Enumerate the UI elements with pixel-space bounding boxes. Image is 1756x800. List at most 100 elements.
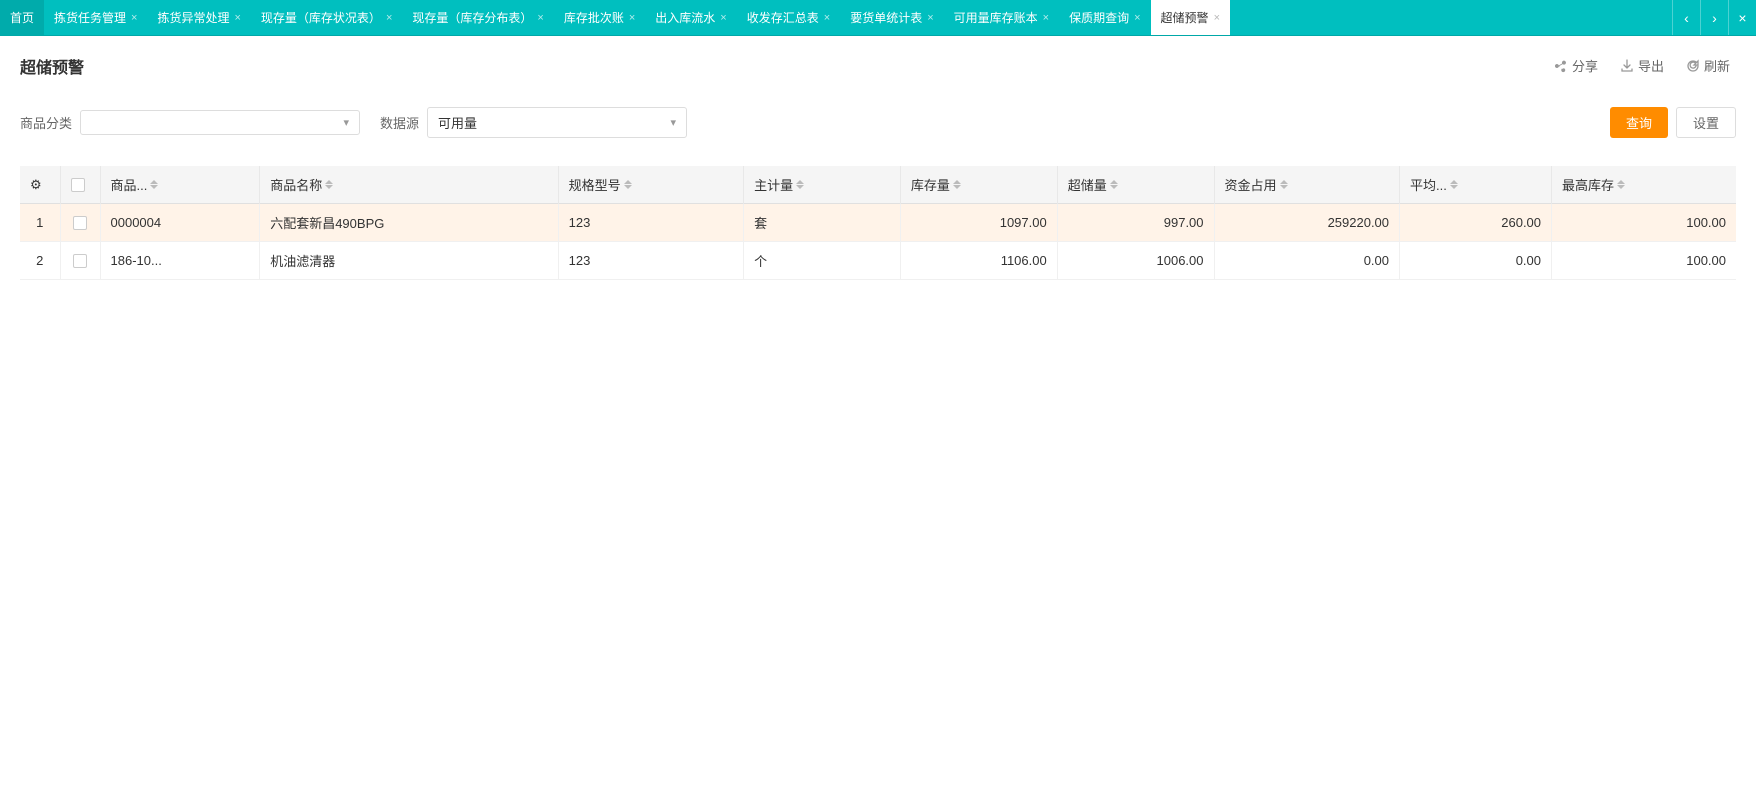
nav-close-abnormal[interactable]: × [234, 12, 240, 24]
nav-item-quality-period[interactable]: 保质期查询 × [1059, 0, 1150, 35]
category-filter: 商品分类 ▾ [20, 110, 360, 135]
nav-close-available-account[interactable]: × [1043, 12, 1049, 24]
nav-close-batch-account[interactable]: × [629, 12, 635, 24]
row-stock: 1097.00 [900, 204, 1057, 242]
col-header-unit[interactable]: 主计量 [744, 166, 901, 204]
gear-icon: ⚙ [30, 177, 42, 192]
nav-close-inout-flow[interactable]: × [720, 12, 726, 24]
row-capital: 259220.00 [1214, 204, 1400, 242]
col-header-capital[interactable]: 资金占用 [1214, 166, 1400, 204]
nav-close-quality-period[interactable]: × [1134, 12, 1140, 24]
col-header-gear[interactable]: ⚙ [20, 166, 60, 204]
export-icon [1620, 59, 1634, 73]
row-unit: 套 [744, 204, 901, 242]
col-max-stock-label: 最高库存 [1562, 175, 1614, 194]
row-unit: 个 [744, 242, 901, 280]
nav-item-overstock-warning[interactable]: 超储预警 × [1151, 0, 1230, 35]
row-checkbox-cell[interactable] [60, 204, 100, 242]
nav-close-overstock-warning[interactable]: × [1214, 12, 1220, 24]
nav-close-inventory-dist[interactable]: × [537, 12, 543, 24]
share-icon [1554, 59, 1568, 73]
nav-item-order-stats[interactable]: 要货单统计表 × [840, 0, 943, 35]
col-overstock-label: 超储量 [1068, 175, 1107, 194]
category-label: 商品分类 [20, 113, 72, 132]
category-select[interactable]: ▾ [80, 110, 360, 135]
nav-label-order-stats: 要货单统计表 [850, 9, 922, 26]
nav-item-task-mgmt[interactable]: 拣货任务管理 × [44, 0, 147, 35]
nav-item-available-account[interactable]: 可用量库存账本 × [944, 0, 1059, 35]
nav-item-inventory-status[interactable]: 现存量（库存状况表） × [251, 0, 402, 35]
refresh-button[interactable]: 刷新 [1680, 52, 1736, 79]
category-dropdown-icon: ▾ [343, 116, 349, 129]
nav-close-task-mgmt[interactable]: × [131, 12, 137, 24]
row-avg: 0.00 [1400, 242, 1552, 280]
col-header-product-name[interactable]: 商品名称 [260, 166, 558, 204]
col-header-product-code[interactable]: 商品... [100, 166, 260, 204]
col-header-stock[interactable]: 库存量 [900, 166, 1057, 204]
filter-bar: 商品分类 ▾ 数据源 可用量 ▾ 查询 设置 [20, 95, 1736, 150]
row-index: 1 [20, 204, 60, 242]
share-button[interactable]: 分享 [1548, 52, 1604, 79]
datasource-select[interactable]: 可用量 ▾ [427, 107, 687, 138]
nav-label-collect-send: 收发存汇总表 [747, 9, 819, 26]
page-content: 超储预警 分享 导出 刷新 商品 [0, 36, 1756, 800]
nav-arrow-close[interactable]: × [1728, 0, 1756, 35]
col-header-spec[interactable]: 规格型号 [558, 166, 744, 204]
nav-label-task-mgmt: 拣货任务管理 [54, 9, 126, 26]
datasource-select-value: 可用量 [438, 113, 477, 132]
query-button[interactable]: 查询 [1610, 107, 1668, 138]
sort-icon-spec [624, 180, 632, 189]
table-row: 1 0000004 六配套新昌490BPG 123 套 1097.00 997.… [20, 204, 1736, 242]
row-checkbox[interactable] [73, 216, 87, 230]
nav-arrow-left[interactable]: ‹ [1672, 0, 1700, 35]
nav-label-overstock-warning: 超储预警 [1161, 9, 1209, 26]
col-product-name-label: 商品名称 [270, 175, 322, 194]
row-overstock: 1006.00 [1057, 242, 1214, 280]
export-button[interactable]: 导出 [1614, 52, 1670, 79]
nav-label-quality-period: 保质期查询 [1069, 9, 1129, 26]
datasource-filter: 数据源 可用量 ▾ [380, 107, 687, 138]
row-stock: 1106.00 [900, 242, 1057, 280]
nav-label-inventory-status: 现存量（库存状况表） [261, 9, 381, 26]
nav-item-collect-send[interactable]: 收发存汇总表 × [737, 0, 840, 35]
nav-item-inout-flow[interactable]: 出入库流水 × [645, 0, 736, 35]
nav-item-abnormal[interactable]: 拣货异常处理 × [147, 0, 250, 35]
col-header-avg[interactable]: 平均... [1400, 166, 1552, 204]
table-row: 2 186-10... 机油滤清器 123 个 1106.00 1006.00 … [20, 242, 1736, 280]
settings-button[interactable]: 设置 [1676, 107, 1736, 138]
refresh-icon [1686, 59, 1700, 73]
row-checkbox-cell[interactable] [60, 242, 100, 280]
sort-icon-unit [796, 180, 804, 189]
select-all-checkbox[interactable] [71, 178, 85, 192]
row-product-name: 六配套新昌490BPG [260, 204, 558, 242]
row-max-stock: 100.00 [1552, 242, 1736, 280]
datasource-dropdown-icon: ▾ [671, 116, 677, 129]
row-checkbox[interactable] [73, 254, 87, 268]
row-product-code: 186-10... [100, 242, 260, 280]
nav-close-inventory-status[interactable]: × [386, 12, 392, 24]
col-capital-label: 资金占用 [1225, 175, 1277, 194]
col-header-overstock[interactable]: 超储量 [1057, 166, 1214, 204]
row-avg: 260.00 [1400, 204, 1552, 242]
nav-label-inventory-dist: 现存量（库存分布表） [412, 9, 532, 26]
nav-label-available-account: 可用量库存账本 [954, 9, 1038, 26]
sort-icon-product-code [150, 180, 158, 189]
nav-item-batch-account[interactable]: 库存批次账 × [554, 0, 645, 35]
nav-item-home[interactable]: 首页 [0, 0, 44, 35]
col-header-checkbox[interactable] [60, 166, 100, 204]
nav-close-order-stats[interactable]: × [927, 12, 933, 24]
filter-actions: 查询 设置 [1610, 107, 1736, 138]
row-spec: 123 [558, 204, 744, 242]
row-product-code: 0000004 [100, 204, 260, 242]
nav-bar: 首页 拣货任务管理 × 拣货异常处理 × 现存量（库存状况表） × 现存量（库存… [0, 0, 1756, 36]
col-product-code-label: 商品... [111, 175, 148, 194]
nav-arrow-right[interactable]: › [1700, 0, 1728, 35]
sort-icon-overstock [1110, 180, 1118, 189]
nav-label-home: 首页 [10, 9, 34, 26]
nav-label-batch-account: 库存批次账 [564, 9, 624, 26]
col-header-max-stock[interactable]: 最高库存 [1552, 166, 1736, 204]
nav-close-collect-send[interactable]: × [824, 12, 830, 24]
datasource-label: 数据源 [380, 113, 419, 132]
sort-icon-capital [1280, 180, 1288, 189]
nav-item-inventory-dist[interactable]: 现存量（库存分布表） × [402, 0, 553, 35]
